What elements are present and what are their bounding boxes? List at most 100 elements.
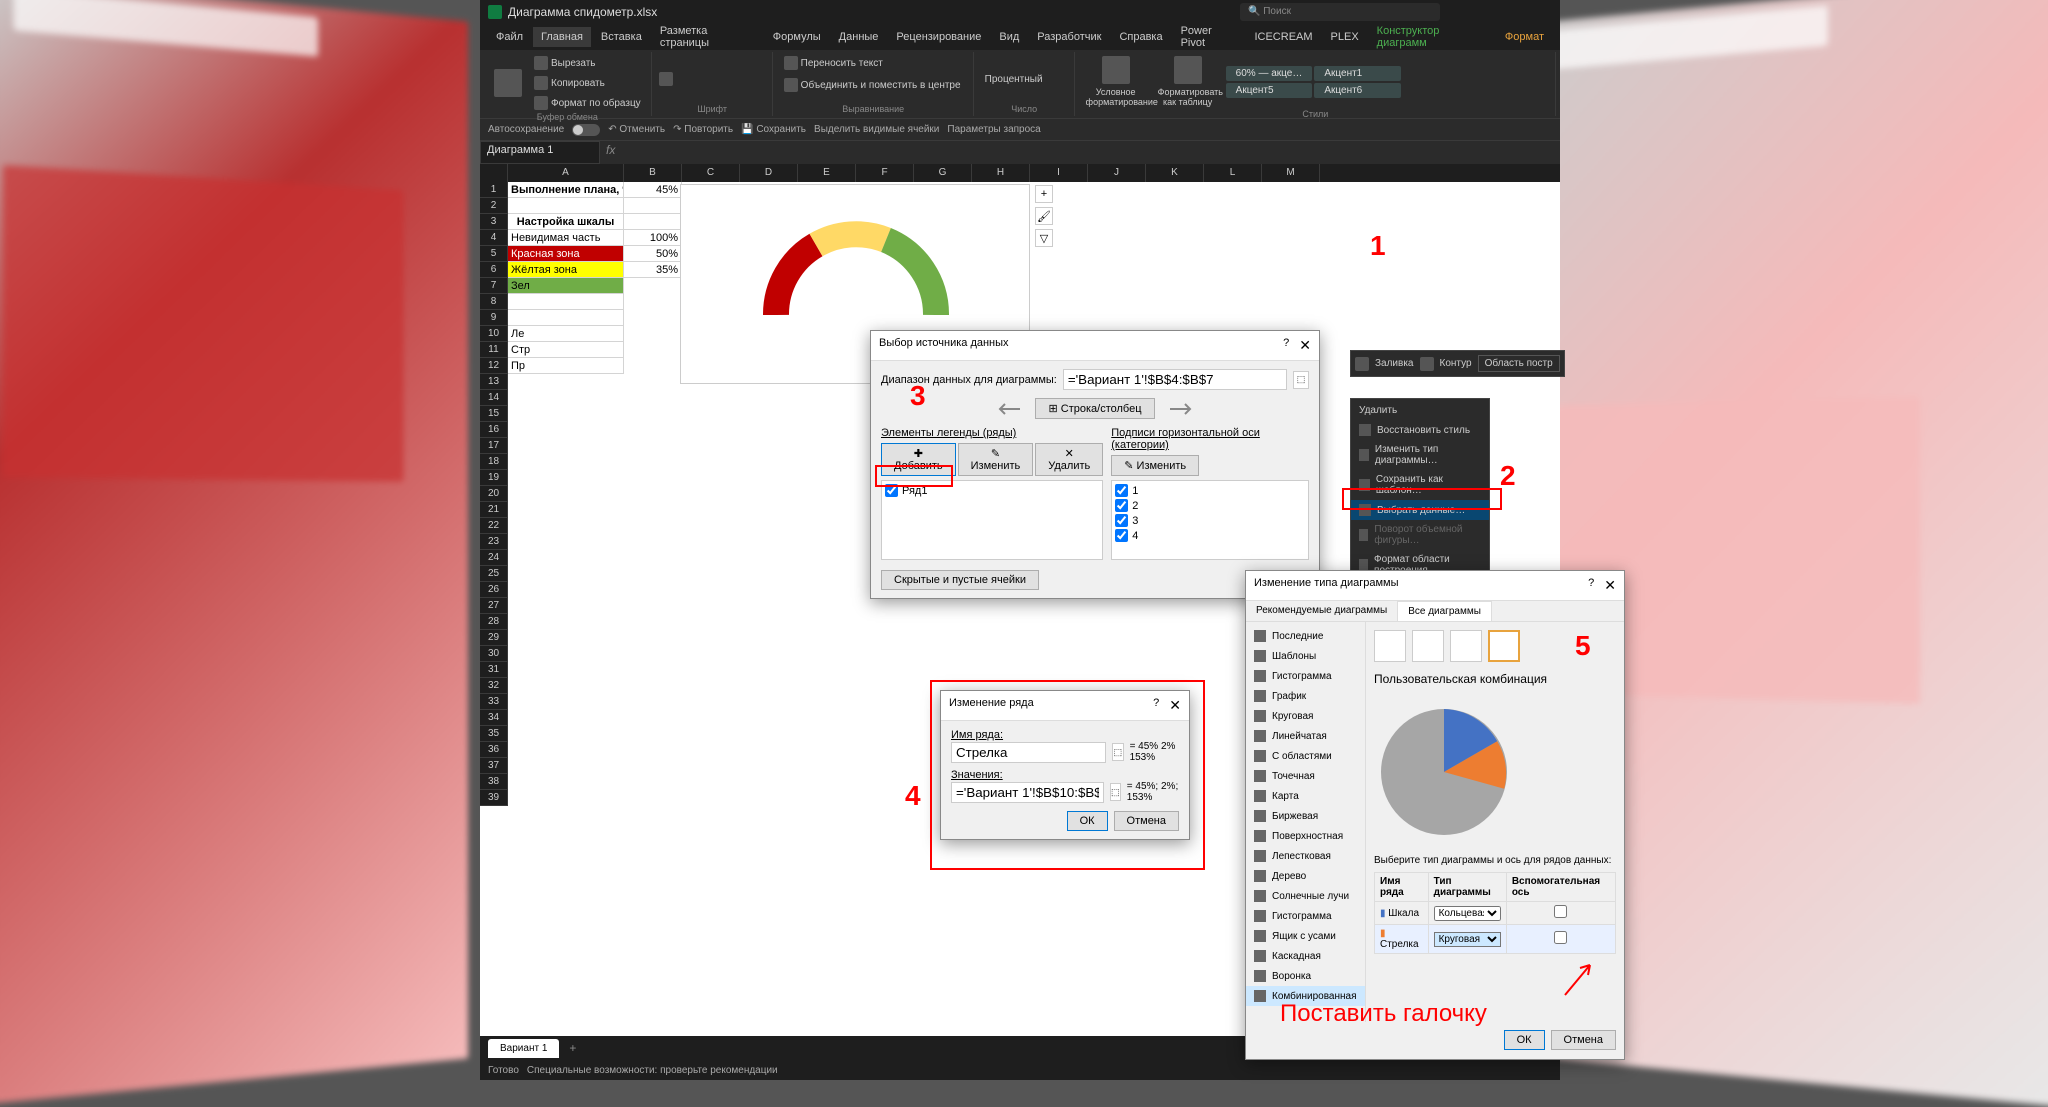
cell-b1[interactable]: 45% — [624, 182, 682, 198]
col-header[interactable]: C — [682, 164, 740, 182]
save-button[interactable]: 💾 Сохранить — [741, 124, 806, 135]
add-sheet-button[interactable]: + — [563, 1041, 582, 1055]
type-sunburst[interactable]: Солнечные лучи — [1246, 886, 1365, 906]
col-header[interactable]: D — [740, 164, 798, 182]
tab-review[interactable]: Рецензирование — [888, 27, 989, 47]
type-stock[interactable]: Биржевая — [1246, 806, 1365, 826]
cell-a5[interactable]: Красная зона — [508, 246, 624, 262]
col-header[interactable]: H — [972, 164, 1030, 182]
outline-icon[interactable] — [1420, 357, 1434, 371]
tab-powerpivot[interactable]: Power Pivot — [1173, 21, 1245, 53]
col-header[interactable]: G — [914, 164, 972, 182]
query-params-button[interactable]: Параметры запроса — [947, 124, 1040, 135]
tab-home[interactable]: Главная — [533, 27, 591, 47]
chart-filters-button[interactable]: ▽ — [1035, 229, 1053, 247]
menu-delete[interactable]: Удалить — [1351, 401, 1489, 420]
cell-b4[interactable]: 100% — [624, 230, 682, 246]
type-surface[interactable]: Поверхностная — [1246, 826, 1365, 846]
col-header[interactable]: K — [1146, 164, 1204, 182]
select-visible-button[interactable]: Выделить видимые ячейки — [814, 124, 939, 135]
col-header[interactable]: M — [1262, 164, 1320, 182]
paste-button[interactable] — [490, 67, 526, 99]
scale-type-select[interactable]: Кольцевая — [1434, 906, 1501, 921]
cell-a7[interactable]: Зел — [508, 278, 624, 294]
style-accent6[interactable]: Акцент6 — [1314, 83, 1401, 98]
type-treemap[interactable]: Дерево — [1246, 866, 1365, 886]
col-header[interactable]: L — [1204, 164, 1262, 182]
series-listbox[interactable]: Ряд1 — [881, 480, 1103, 560]
tab-format[interactable]: Формат — [1497, 27, 1552, 47]
tab-pagelayout[interactable]: Разметка страницы — [652, 21, 763, 53]
type-area[interactable]: С областями — [1246, 746, 1365, 766]
tab-recommended[interactable]: Рекомендуемые диаграммы — [1246, 601, 1397, 621]
copy-button[interactable]: Копировать — [530, 74, 645, 92]
tab-view[interactable]: Вид — [991, 27, 1027, 47]
help-icon[interactable]: ? — [1283, 337, 1289, 354]
cell-a11[interactable]: Стр — [508, 342, 624, 358]
fill-icon[interactable] — [1355, 357, 1369, 371]
type-pie[interactable]: Круговая — [1246, 706, 1365, 726]
menu-3d-rotation[interactable]: Поворот объемной фигуры… — [1351, 520, 1489, 550]
autosave-toggle[interactable] — [572, 124, 600, 136]
arrow-secondary-axis-checkbox[interactable] — [1554, 931, 1567, 944]
cell-a4[interactable]: Невидимая часть — [508, 230, 624, 246]
col-header[interactable]: B — [624, 164, 682, 182]
cell-b6[interactable]: 35% — [624, 262, 682, 278]
combo-variant-4[interactable] — [1488, 630, 1520, 662]
tab-help[interactable]: Справка — [1111, 27, 1170, 47]
type-column[interactable]: Гистограмма — [1246, 666, 1365, 686]
type-map[interactable]: Карта — [1246, 786, 1365, 806]
categories-listbox[interactable]: 1 2 3 4 — [1111, 480, 1309, 560]
type-templates[interactable]: Шаблоны — [1246, 646, 1365, 666]
col-header[interactable]: E — [798, 164, 856, 182]
undo-button[interactable]: ↶ Отменить — [608, 124, 665, 135]
type-line[interactable]: График — [1246, 686, 1365, 706]
cell-b5[interactable]: 50% — [624, 246, 682, 262]
combo-variant-3[interactable] — [1450, 630, 1482, 662]
range-picker-button[interactable]: ⬚ — [1293, 371, 1309, 389]
swap-row-column-button[interactable]: ⊞ Строка/столбец — [1035, 398, 1154, 419]
style-accent1[interactable]: Акцент1 — [1314, 66, 1401, 81]
merge-button[interactable]: Объединить и поместить в центре — [780, 76, 965, 94]
type-recent[interactable]: Последние — [1246, 626, 1365, 646]
tab-developer[interactable]: Разработчик — [1029, 27, 1109, 47]
arrow-type-select[interactable]: Круговая — [1434, 932, 1501, 947]
format-as-table-button[interactable]: Форматировать как таблицу — [1154, 54, 1222, 109]
cell-a10[interactable]: Ле — [508, 326, 624, 342]
name-box[interactable]: Диаграмма 1 — [480, 141, 600, 164]
redo-button[interactable]: ↷ Повторить — [673, 124, 733, 135]
remove-series-button[interactable]: ✕ Удалить — [1035, 443, 1103, 476]
cut-button[interactable]: Вырезать — [530, 54, 645, 72]
col-header[interactable]: I — [1030, 164, 1088, 182]
tab-icecream[interactable]: ICECREAM — [1246, 27, 1320, 47]
close-button[interactable]: ✕ — [1299, 337, 1311, 354]
plot-area-button[interactable]: Область постр — [1478, 355, 1560, 372]
chart-styles-button[interactable]: 🖌 — [1035, 207, 1053, 225]
tab-data[interactable]: Данные — [831, 27, 887, 47]
tab-plex[interactable]: PLEX — [1323, 27, 1367, 47]
wrap-button[interactable]: Переносить текст — [780, 54, 887, 72]
tab-file[interactable]: Файл — [488, 27, 531, 47]
edit-axis-button[interactable]: ✎ Изменить — [1111, 455, 1199, 476]
number-format-select[interactable]: Процентный — [981, 72, 1047, 87]
cell-a12[interactable]: Пр — [508, 358, 624, 374]
conditional-format-button[interactable]: Условное форматирование — [1082, 54, 1150, 109]
cancel-button[interactable]: Отмена — [1551, 1030, 1616, 1050]
type-funnel[interactable]: Воронка — [1246, 966, 1365, 986]
combo-variant-2[interactable] — [1412, 630, 1444, 662]
scale-secondary-axis-checkbox[interactable] — [1554, 905, 1567, 918]
font-controls-icon[interactable] — [659, 72, 673, 86]
type-waterfall[interactable]: Каскадная — [1246, 946, 1365, 966]
tab-all-charts[interactable]: Все диаграммы — [1397, 601, 1492, 621]
col-header[interactable]: F — [856, 164, 914, 182]
type-bar[interactable]: Линейчатая — [1246, 726, 1365, 746]
help-icon[interactable]: ? — [1588, 577, 1594, 594]
col-header[interactable]: A — [508, 164, 624, 182]
type-radar[interactable]: Лепестковая — [1246, 846, 1365, 866]
tab-chartdesign[interactable]: Конструктор диаграмм — [1369, 21, 1495, 53]
chart-elements-button[interactable]: + — [1035, 185, 1053, 203]
chart-range-input[interactable] — [1063, 369, 1287, 390]
style-accent-pct[interactable]: 60% — акце… — [1226, 66, 1313, 81]
style-accent5[interactable]: Акцент5 — [1226, 83, 1313, 98]
type-histogram[interactable]: Гистограмма — [1246, 906, 1365, 926]
